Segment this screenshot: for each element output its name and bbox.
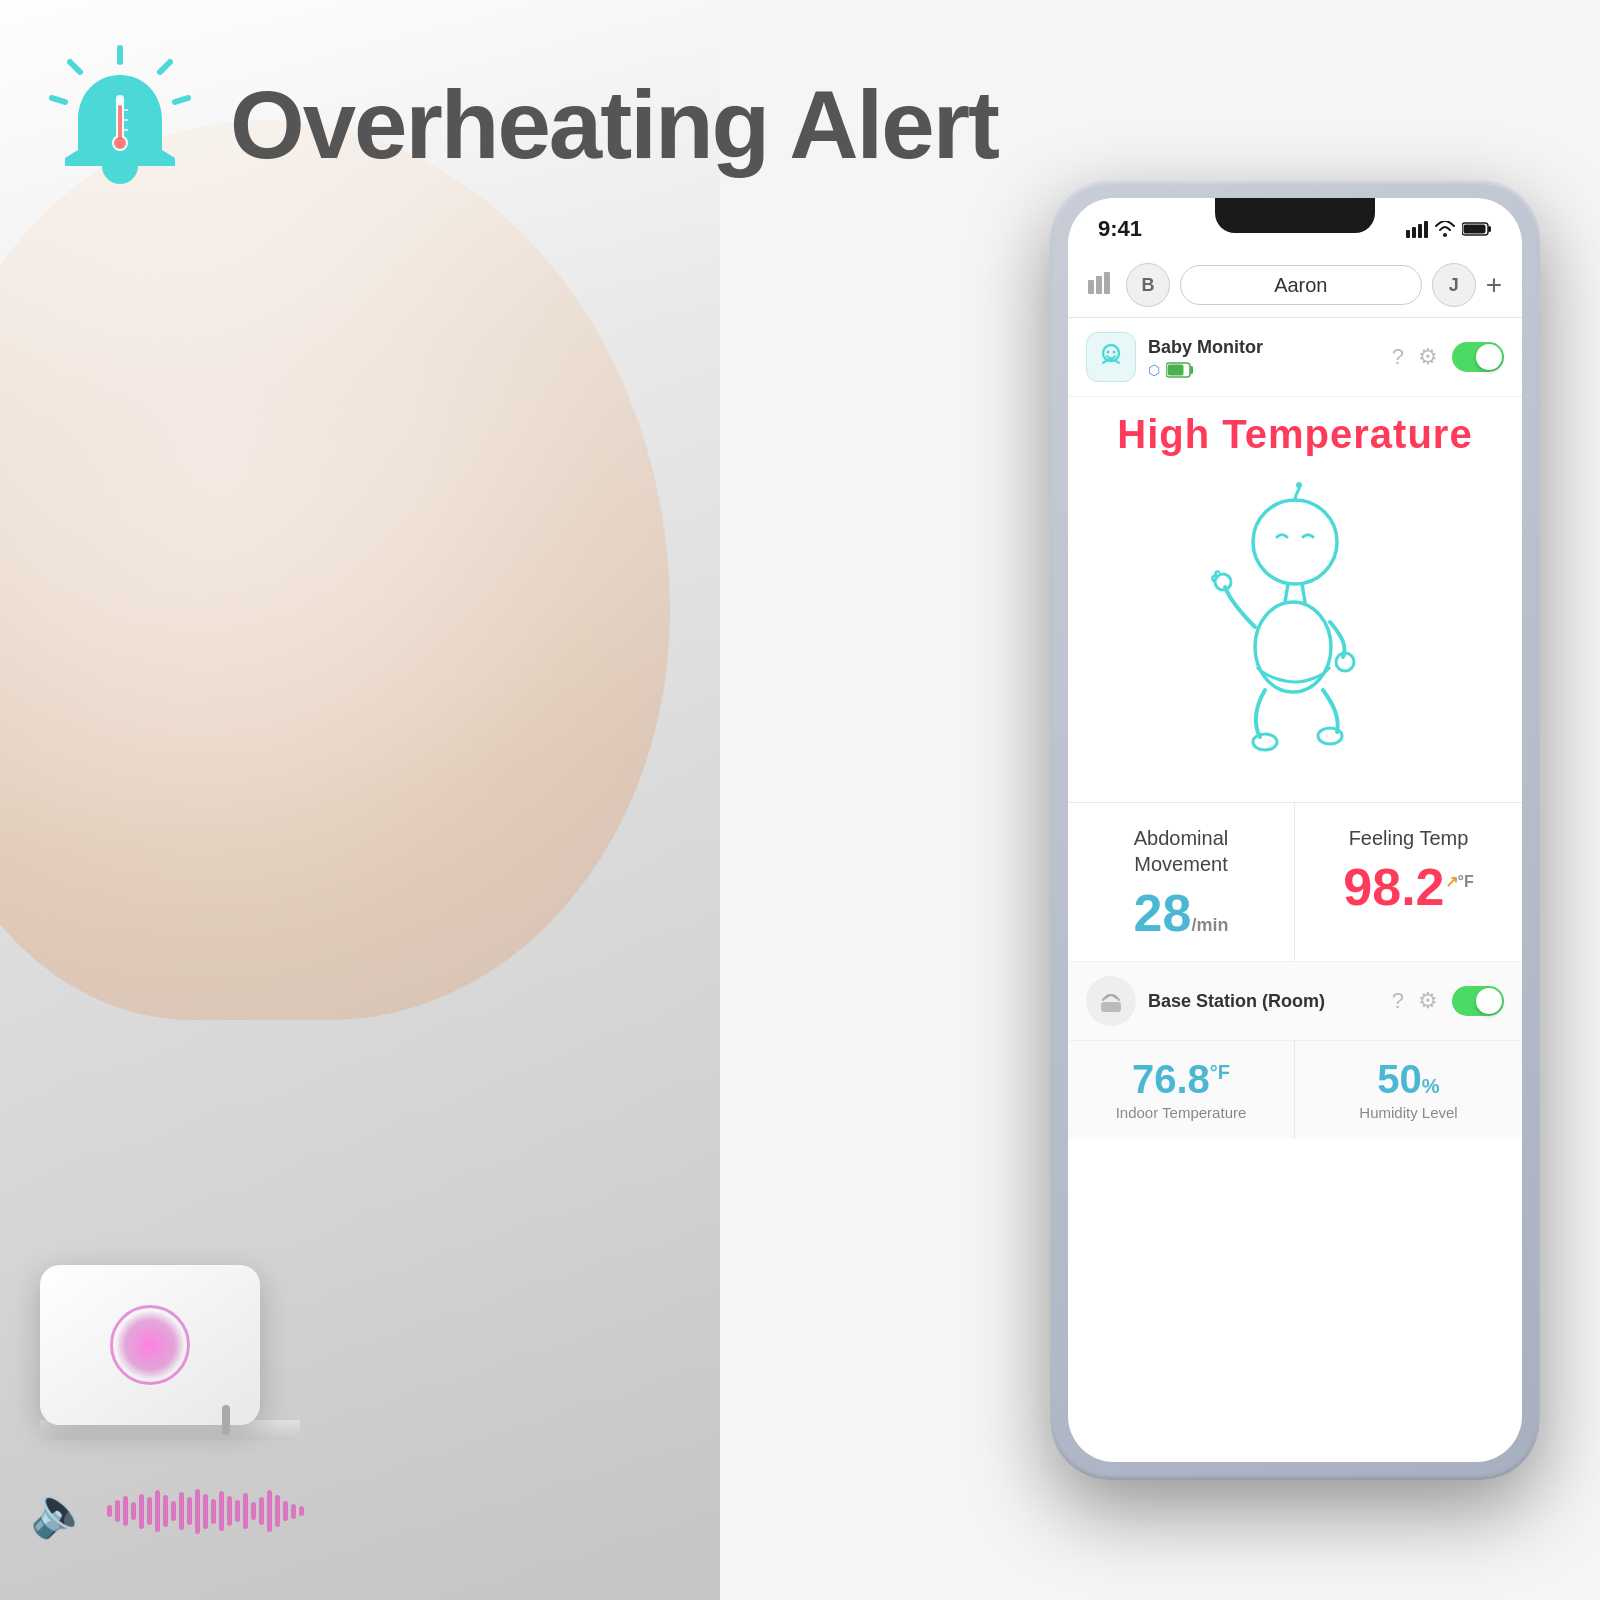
feeling-temp-label: Feeling Temp — [1315, 825, 1502, 851]
alert-bell-icon — [40, 40, 210, 210]
device-name-label: Baby Monitor — [1148, 337, 1380, 358]
wifi-icon — [1434, 221, 1456, 237]
speaker-icon: 🔈 — [30, 1482, 92, 1540]
svg-point-20 — [1113, 351, 1116, 354]
bottom-stats: 76.8°F Indoor Temperature 50% Humidity L… — [1068, 1041, 1522, 1139]
bluetooth-icon: ⬡ — [1148, 362, 1160, 378]
device-cable — [222, 1405, 230, 1435]
baby-monitor-icon — [1095, 341, 1127, 373]
svg-line-28 — [1302, 584, 1305, 602]
settings-icon[interactable]: ⚙ — [1418, 344, 1438, 370]
feeling-temp-cell: Feeling Temp 98.2↗°F — [1295, 803, 1522, 961]
svg-point-32 — [1318, 728, 1342, 744]
base-station-icon — [1086, 976, 1136, 1026]
device-info: Baby Monitor ⬡ — [1148, 337, 1380, 378]
svg-line-2 — [160, 62, 170, 72]
base-help-icon[interactable]: ? — [1392, 988, 1404, 1014]
base-station-info: Base Station (Room) — [1148, 991, 1380, 1012]
battery-level-icon — [1166, 362, 1194, 378]
phone-container: 9:41 — [1050, 180, 1540, 1480]
sound-waves — [107, 1486, 304, 1536]
high-temp-section: High Temperature — [1068, 397, 1522, 462]
feeling-temp-value: 98.2↗°F — [1315, 861, 1502, 913]
device-row: Baby Monitor ⬡ ? ⚙ — [1068, 318, 1522, 397]
stats-grid: Abdominal Movement 28/min Feeling Temp 9… — [1068, 802, 1522, 961]
abdominal-label: Abdominal Movement — [1088, 825, 1274, 877]
abdominal-movement-cell: Abdominal Movement 28/min — [1068, 803, 1295, 961]
avatar-j[interactable]: J — [1432, 263, 1476, 307]
base-station-label: Base Station (Room) — [1148, 991, 1380, 1012]
svg-point-26 — [1255, 602, 1331, 692]
indoor-temp-cell: 76.8°F Indoor Temperature — [1068, 1041, 1295, 1139]
svg-rect-33 — [1101, 1002, 1121, 1012]
phone-screen: 9:41 — [1068, 198, 1522, 1462]
humidity-label: Humidity Level — [1315, 1104, 1502, 1121]
indoor-temp-value: 76.8°F — [1088, 1059, 1274, 1099]
base-device — [40, 1265, 260, 1425]
base-station-toggle[interactable] — [1452, 986, 1504, 1016]
device-avatar — [1086, 332, 1136, 382]
signal-bars — [1406, 221, 1428, 238]
svg-rect-17 — [1104, 272, 1110, 294]
svg-point-24 — [1253, 500, 1337, 584]
base-device-area — [40, 1265, 300, 1440]
chart-icon[interactable] — [1088, 270, 1116, 300]
battery-icon — [1462, 221, 1492, 237]
svg-line-1 — [70, 62, 80, 72]
add-profile-button[interactable]: + — [1486, 269, 1502, 301]
svg-rect-7 — [118, 105, 122, 140]
base-settings-icon[interactable]: ⚙ — [1418, 988, 1438, 1014]
svg-rect-22 — [1168, 364, 1184, 375]
device-status-icons: ⬡ — [1148, 362, 1380, 378]
svg-line-3 — [52, 98, 65, 102]
abdominal-value: 28/min — [1088, 887, 1274, 939]
svg-rect-23 — [1190, 366, 1193, 374]
svg-point-19 — [1107, 351, 1110, 354]
baby-figure-svg — [1175, 482, 1415, 782]
baby-illustration — [1068, 462, 1522, 802]
base-station-row: Base Station (Room) ? ⚙ — [1068, 961, 1522, 1041]
phone-notch — [1215, 198, 1375, 233]
svg-line-27 — [1285, 584, 1288, 602]
humidity-cell: 50% Humidity Level — [1295, 1041, 1522, 1139]
router-icon — [1096, 990, 1126, 1012]
page-title: Overheating Alert — [230, 70, 998, 180]
svg-rect-16 — [1096, 276, 1102, 294]
svg-point-8 — [114, 137, 126, 149]
svg-point-31 — [1253, 734, 1277, 750]
high-temp-alert: High Temperature — [1088, 412, 1502, 457]
device-ring — [110, 1305, 190, 1385]
user-name-pill[interactable]: Aaron — [1180, 265, 1422, 305]
avatar-b[interactable]: B — [1126, 263, 1170, 307]
help-icon[interactable]: ? — [1392, 344, 1404, 370]
status-time: 9:41 — [1098, 216, 1142, 242]
svg-point-25 — [1296, 482, 1302, 488]
status-icons — [1406, 221, 1492, 238]
indoor-temp-label: Indoor Temperature — [1088, 1104, 1274, 1121]
stats-chart-icon — [1088, 270, 1116, 294]
svg-rect-14 — [1488, 226, 1491, 232]
phone-frame: 9:41 — [1050, 180, 1540, 1480]
device-toggle[interactable] — [1452, 342, 1504, 372]
svg-rect-13 — [1464, 225, 1486, 234]
svg-rect-15 — [1088, 280, 1094, 294]
nav-bar[interactable]: B Aaron J + — [1068, 253, 1522, 318]
sound-area: 🔈 — [30, 1482, 304, 1540]
humidity-value: 50% — [1315, 1059, 1502, 1099]
device-row-actions: ? ⚙ — [1392, 342, 1504, 372]
svg-line-4 — [175, 98, 188, 102]
base-station-actions: ? ⚙ — [1392, 986, 1504, 1016]
